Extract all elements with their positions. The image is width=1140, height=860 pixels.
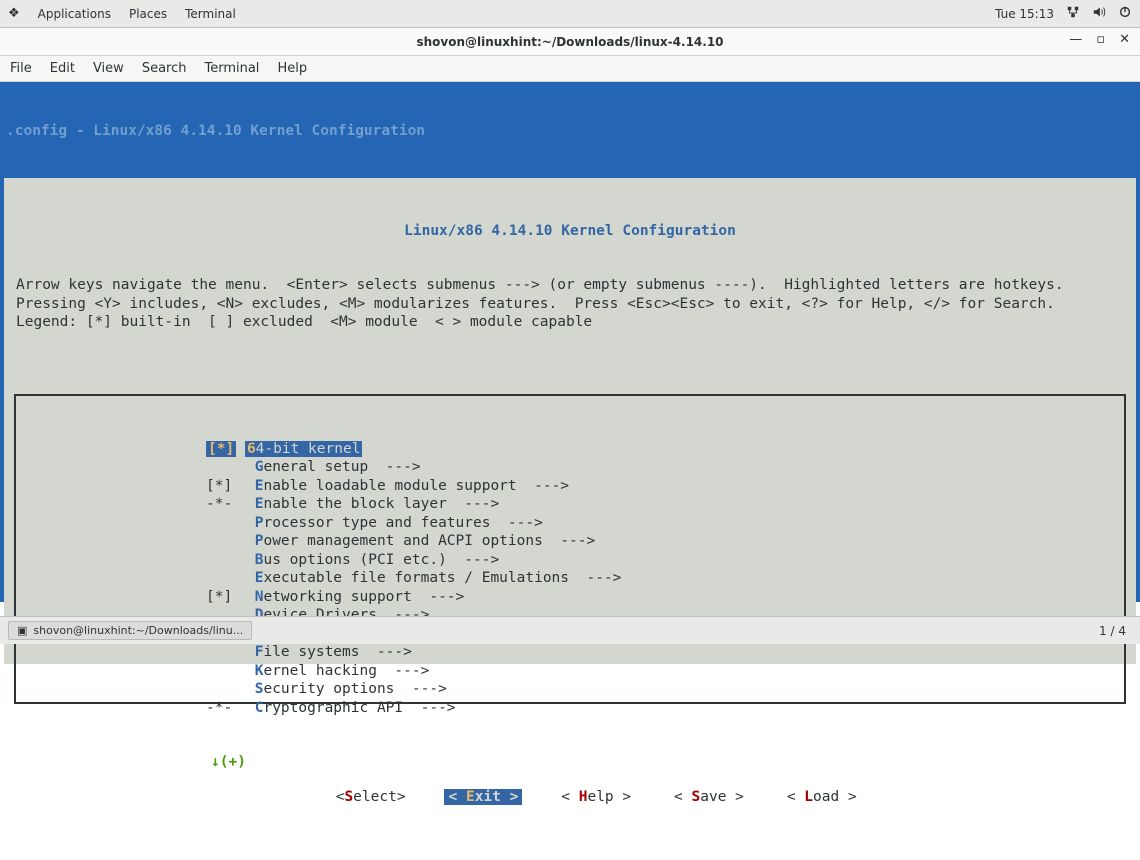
item-state: [*] bbox=[206, 477, 246, 495]
item-state bbox=[206, 514, 246, 532]
item-state bbox=[206, 569, 246, 587]
config-help-text: Arrow keys navigate the menu. <Enter> se… bbox=[14, 276, 1126, 340]
item-state: -*- bbox=[206, 495, 246, 513]
menu-applications[interactable]: Applications bbox=[38, 7, 111, 21]
item-label: Networking support ---> bbox=[255, 589, 465, 605]
terminal-area[interactable]: .config - Linux/x86 4.14.10 Kernel Confi… bbox=[0, 82, 1140, 602]
config-item-14[interactable]: -*- Cryptographic API ---> bbox=[16, 699, 1124, 718]
load-button[interactable]: < Load > bbox=[783, 789, 861, 805]
item-state bbox=[206, 680, 246, 698]
item-label: 64-bit kernel bbox=[245, 441, 363, 457]
clock-label: Tue 15:13 bbox=[995, 7, 1054, 21]
config-item-0[interactable]: [*] 64-bit kernel bbox=[16, 440, 1124, 459]
menu-help[interactable]: Help bbox=[277, 61, 307, 76]
item-state bbox=[206, 551, 246, 569]
power-icon[interactable] bbox=[1118, 5, 1132, 22]
window-close-button[interactable]: ✕ bbox=[1119, 32, 1130, 47]
terminal-menubar: File Edit View Search Terminal Help bbox=[0, 56, 1140, 82]
item-state bbox=[206, 532, 246, 550]
item-label: Security options ---> bbox=[255, 681, 447, 697]
config-menu-box: [*] 64-bit kernel General setup --->[*] … bbox=[14, 394, 1126, 704]
config-item-6[interactable]: Bus options (PCI etc.) ---> bbox=[16, 551, 1124, 570]
config-topline: .config - Linux/x86 4.14.10 Kernel Confi… bbox=[4, 122, 1136, 142]
config-item-7[interactable]: Executable file formats / Emulations ---… bbox=[16, 569, 1124, 588]
volume-icon[interactable] bbox=[1092, 5, 1106, 22]
config-item-13[interactable]: Security options ---> bbox=[16, 680, 1124, 699]
window-titlebar: shovon@linuxhint:~/Downloads/linux-4.14.… bbox=[0, 28, 1140, 56]
config-item-2[interactable]: [*] Enable loadable module support ---> bbox=[16, 477, 1124, 496]
gnome-top-bar: ❖ Applications Places Terminal Tue 15:13 bbox=[0, 0, 1140, 28]
config-item-1[interactable]: General setup ---> bbox=[16, 458, 1124, 477]
item-state bbox=[206, 662, 246, 680]
network-icon[interactable] bbox=[1066, 5, 1080, 22]
menu-terminal[interactable]: Terminal bbox=[185, 7, 236, 21]
item-label: File systems ---> bbox=[255, 644, 412, 660]
menu-search[interactable]: Search bbox=[142, 61, 187, 76]
activities-icon: ❖ bbox=[8, 6, 20, 21]
item-state: -*- bbox=[206, 699, 246, 717]
config-item-3[interactable]: -*- Enable the block layer ---> bbox=[16, 495, 1124, 514]
menu-edit[interactable]: Edit bbox=[50, 61, 75, 76]
more-indicator: ↓(+) bbox=[16, 753, 1124, 771]
window-title: shovon@linuxhint:~/Downloads/linux-4.14.… bbox=[416, 35, 723, 49]
window-maximize-button[interactable]: ▫ bbox=[1096, 32, 1105, 47]
bottom-taskbar: ▣ shovon@linuxhint:~/Downloads/linu... 1… bbox=[0, 616, 1140, 644]
config-heading: Linux/x86 4.14.10 Kernel Configuration bbox=[14, 222, 1126, 240]
taskbar-window-label: shovon@linuxhint:~/Downloads/linu... bbox=[33, 624, 243, 637]
config-item-8[interactable]: [*] Networking support ---> bbox=[16, 588, 1124, 607]
workspace-indicator[interactable]: 1 / 4 bbox=[1099, 624, 1132, 638]
save-button[interactable]: < Save > bbox=[670, 789, 748, 805]
item-label: Executable file formats / Emulations ---… bbox=[255, 570, 622, 586]
item-state bbox=[206, 643, 246, 661]
item-label: Bus options (PCI etc.) ---> bbox=[255, 552, 499, 568]
item-label: Processor type and features ---> bbox=[255, 515, 543, 531]
item-label: Enable loadable module support ---> bbox=[255, 478, 569, 494]
window-minimize-button[interactable]: — bbox=[1069, 32, 1082, 47]
config-item-11[interactable]: File systems ---> bbox=[16, 643, 1124, 662]
menu-terminal-sub[interactable]: Terminal bbox=[204, 61, 259, 76]
menu-view[interactable]: View bbox=[93, 61, 124, 76]
exit-button[interactable]: < Exit > bbox=[444, 789, 522, 805]
terminal-task-icon: ▣ bbox=[17, 624, 27, 637]
item-state: [*] bbox=[206, 441, 236, 457]
help-button[interactable]: < Help > bbox=[557, 789, 635, 805]
item-label: Kernel hacking ---> bbox=[255, 663, 430, 679]
config-item-4[interactable]: Processor type and features ---> bbox=[16, 514, 1124, 533]
item-label: Cryptographic API ---> bbox=[255, 700, 456, 716]
item-state: [*] bbox=[206, 588, 246, 606]
config-item-5[interactable]: Power management and ACPI options ---> bbox=[16, 532, 1124, 551]
menu-places[interactable]: Places bbox=[129, 7, 167, 21]
item-label: Power management and ACPI options ---> bbox=[255, 533, 595, 549]
item-label: Enable the block layer ---> bbox=[255, 496, 499, 512]
item-label: General setup ---> bbox=[255, 459, 421, 475]
select-button[interactable]: <Select> bbox=[332, 789, 410, 805]
menu-file[interactable]: File bbox=[10, 61, 32, 76]
taskbar-window-button[interactable]: ▣ shovon@linuxhint:~/Downloads/linu... bbox=[8, 621, 252, 640]
item-state bbox=[206, 458, 246, 476]
menuconfig-panel: Linux/x86 4.14.10 Kernel Configuration A… bbox=[4, 178, 1136, 664]
config-item-12[interactable]: Kernel hacking ---> bbox=[16, 662, 1124, 681]
